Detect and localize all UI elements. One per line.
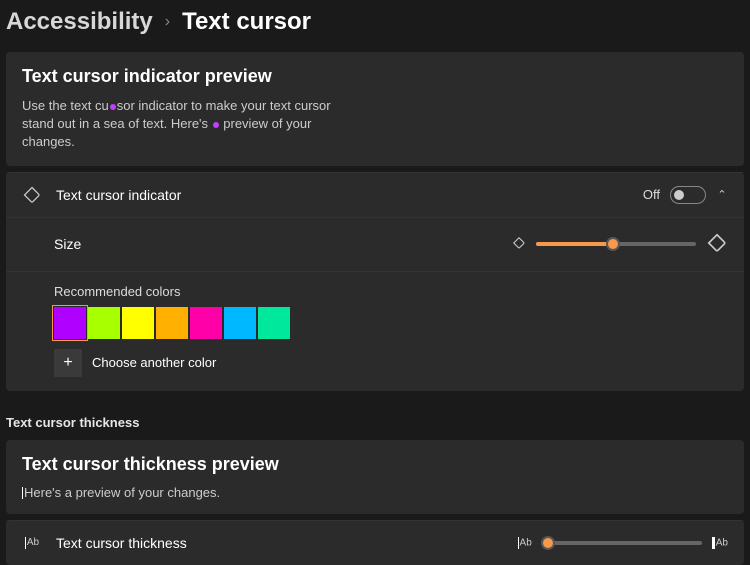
- breadcrumb-current: Text cursor: [182, 8, 311, 36]
- breadcrumb: Accessibility › Text cursor: [0, 0, 750, 46]
- chevron-up-icon[interactable]: ⌃: [716, 188, 728, 201]
- thickness-preview-title: Text cursor thickness preview: [22, 454, 728, 475]
- thickness-settings-card: Ab Text cursor thickness Ab Ab: [6, 520, 744, 565]
- colors-label: Recommended colors: [54, 284, 728, 299]
- thickness-slider[interactable]: [542, 541, 702, 545]
- large-size-icon: [706, 232, 728, 257]
- indicator-preview-card: Text cursor indicator preview Use the te…: [6, 52, 744, 166]
- plus-icon: +: [54, 349, 82, 377]
- color-swatch[interactable]: [224, 307, 256, 339]
- indicator-row-label: Text cursor indicator: [56, 187, 181, 203]
- color-swatch[interactable]: [88, 307, 120, 339]
- size-slider[interactable]: [536, 242, 696, 246]
- recommended-colors-section: Recommended colors + Choose another colo…: [6, 271, 744, 391]
- color-swatch[interactable]: [190, 307, 222, 339]
- size-row: Size: [6, 217, 744, 271]
- chevron-right-icon: ›: [165, 13, 170, 31]
- cursor-indicator-dot-icon: [110, 104, 116, 110]
- ab-thin-icon: Ab: [22, 533, 42, 553]
- text-cursor-indicator-row[interactable]: Text cursor indicator Off ⌃: [6, 172, 744, 217]
- ab-thin-min-icon: Ab: [518, 537, 532, 549]
- indicator-preview-description: Use the text cusor indicator to make you…: [22, 97, 362, 152]
- color-swatch[interactable]: [258, 307, 290, 339]
- thickness-section-label: Text cursor thickness: [0, 397, 750, 434]
- indicator-toggle[interactable]: [670, 186, 706, 204]
- thickness-preview-description: Here's a preview of your changes.: [22, 485, 728, 500]
- thickness-preview-card: Text cursor thickness preview Here's a p…: [6, 440, 744, 514]
- cursor-indicator-dot-icon: [213, 122, 219, 128]
- indicator-settings-card: Text cursor indicator Off ⌃ Size Recomme: [6, 172, 744, 391]
- tag-outline-icon: [22, 185, 42, 205]
- color-swatch[interactable]: [122, 307, 154, 339]
- color-swatch[interactable]: [54, 307, 86, 339]
- color-swatch-row: [54, 307, 728, 339]
- text-cursor-thickness-row: Ab Text cursor thickness Ab Ab: [6, 520, 744, 565]
- size-label: Size: [54, 236, 81, 252]
- small-size-icon: [512, 236, 526, 253]
- color-swatch[interactable]: [156, 307, 188, 339]
- choose-another-color-button[interactable]: + Choose another color: [54, 349, 216, 377]
- toggle-state-label: Off: [643, 187, 660, 202]
- thickness-row-label: Text cursor thickness: [56, 535, 187, 551]
- indicator-preview-title: Text cursor indicator preview: [22, 66, 728, 87]
- choose-another-label: Choose another color: [92, 355, 216, 370]
- ab-thick-max-icon: Ab: [712, 537, 728, 549]
- breadcrumb-parent[interactable]: Accessibility: [6, 8, 153, 36]
- thin-cursor-preview-icon: [22, 487, 23, 499]
